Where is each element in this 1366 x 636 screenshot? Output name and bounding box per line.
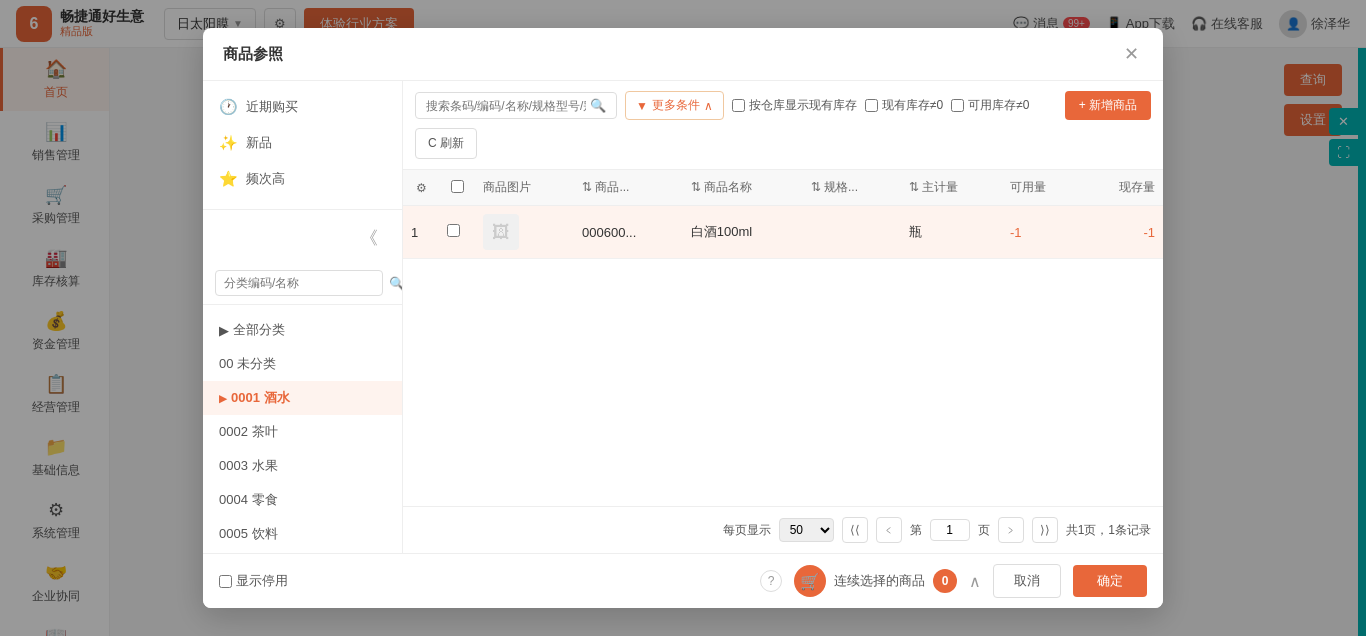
page-size-select[interactable]: 50 100 bbox=[779, 518, 834, 542]
classify-search-icon[interactable]: 🔍 bbox=[389, 276, 403, 291]
show-disabled-checkbox[interactable]: 显示停用 bbox=[219, 572, 288, 590]
classify-0003[interactable]: 0003 水果 bbox=[203, 449, 402, 483]
row-unit: 瓶 bbox=[901, 206, 1002, 259]
chevron-up-icon: ∧ bbox=[704, 99, 713, 113]
row-name: 白酒100ml bbox=[683, 206, 803, 259]
classify-0001[interactable]: ▶ 0001 酒水 bbox=[203, 381, 402, 415]
confirm-button[interactable]: 确定 bbox=[1073, 565, 1147, 597]
cancel-button[interactable]: 取消 bbox=[993, 564, 1061, 598]
checkbox-warehouse-stock[interactable]: 按仓库显示现有库存 bbox=[732, 97, 857, 114]
clock-icon: 🕐 bbox=[219, 98, 238, 116]
new-icon: ✨ bbox=[219, 134, 238, 152]
total-info: 共1页，1条记录 bbox=[1066, 522, 1151, 539]
prev-page-btn[interactable]: ﹤ bbox=[876, 517, 902, 543]
dialog-overlay: 商品参照 ✕ 🕐 近期购买 ✨ 新品 ⭐ 频次高 bbox=[0, 0, 1366, 636]
th-available: 可用量 bbox=[1002, 170, 1083, 206]
dialog-left-panel: 🕐 近期购买 ✨ 新品 ⭐ 频次高 《 bbox=[203, 81, 403, 553]
sort-icon: ⇅ bbox=[811, 180, 821, 194]
th-check[interactable] bbox=[439, 170, 475, 206]
dialog-header: 商品参照 ✕ bbox=[203, 28, 1163, 81]
classify-all[interactable]: ▶ 全部分类 bbox=[203, 313, 402, 347]
new-products-item[interactable]: ✨ 新品 bbox=[203, 125, 402, 161]
filter-icon: ▼ bbox=[636, 99, 648, 113]
collapse-up-icon[interactable]: ∧ bbox=[969, 572, 981, 591]
checkbox-nonzero-stock[interactable]: 现有库存≠0 bbox=[865, 97, 943, 114]
th-stock: 现存量 bbox=[1082, 170, 1163, 206]
product-image-placeholder: 🖼 bbox=[483, 214, 519, 250]
select-all-checkbox[interactable] bbox=[451, 180, 464, 193]
next-page-btn[interactable]: ﹥ bbox=[998, 517, 1024, 543]
row-code: 000600... bbox=[574, 206, 683, 259]
add-product-btn[interactable]: + 新增商品 bbox=[1065, 91, 1151, 120]
recent-purchase-item[interactable]: 🕐 近期购买 bbox=[203, 89, 402, 125]
sort-icon: ⇅ bbox=[691, 180, 701, 194]
divider bbox=[203, 209, 402, 210]
sort-icon: ⇅ bbox=[909, 180, 919, 194]
row-stock: -1 bbox=[1082, 206, 1163, 259]
th-spec[interactable]: ⇅ 规格... bbox=[803, 170, 901, 206]
dialog-footer: 显示停用 ? 🛒 连续选择的商品 0 ∧ 取消 确定 bbox=[203, 553, 1163, 608]
th-code[interactable]: ⇅ 商品... bbox=[574, 170, 683, 206]
th-gear[interactable]: ⚙ bbox=[403, 170, 439, 206]
page-suffix: 页 bbox=[978, 522, 990, 539]
refresh-btn[interactable]: C 刷新 bbox=[415, 128, 477, 159]
th-name[interactable]: ⇅ 商品名称 bbox=[683, 170, 803, 206]
dialog-body: 🕐 近期购买 ✨ 新品 ⭐ 频次高 《 bbox=[203, 81, 1163, 553]
cart-count-badge: 0 bbox=[933, 569, 957, 593]
star-icon: ⭐ bbox=[219, 170, 238, 188]
classify-00[interactable]: 00 未分类 bbox=[203, 347, 402, 381]
classify-search-input[interactable] bbox=[215, 270, 383, 296]
collapse-left-btn[interactable]: 《 bbox=[344, 218, 394, 258]
table-row[interactable]: 1 🖼 000600... bbox=[403, 206, 1163, 259]
product-reference-dialog: 商品参照 ✕ 🕐 近期购买 ✨ 新品 ⭐ 频次高 bbox=[203, 28, 1163, 608]
dialog-right-panel: 🔍 ▼ 更多条件 ∧ 按仓库显示现有库存 现有库存≠0 bbox=[403, 81, 1163, 553]
dialog-close-button[interactable]: ✕ bbox=[1119, 42, 1143, 66]
th-unit[interactable]: ⇅ 主计量 bbox=[901, 170, 1002, 206]
classify-0004[interactable]: 0004 零食 bbox=[203, 483, 402, 517]
frequent-item[interactable]: ⭐ 频次高 bbox=[203, 161, 402, 197]
pagination: 每页显示 50 100 ⟨⟨ ﹤ 第 页 ﹥ ⟩⟩ 共1页，1条记录 bbox=[403, 506, 1163, 553]
dialog-left-nav: 🕐 近期购买 ✨ 新品 ⭐ 频次高 bbox=[203, 81, 402, 205]
first-page-btn[interactable]: ⟨⟨ bbox=[842, 517, 868, 543]
row-available: -1 bbox=[1002, 206, 1083, 259]
th-image: 商品图片 bbox=[475, 170, 574, 206]
row-spec bbox=[803, 206, 901, 259]
dialog-toolbar: 🔍 ▼ 更多条件 ∧ 按仓库显示现有库存 现有库存≠0 bbox=[403, 81, 1163, 170]
product-search-input[interactable] bbox=[426, 99, 586, 113]
checkbox-available-nonzero[interactable]: 可用库存≠0 bbox=[951, 97, 1029, 114]
classify-search-bar: 🔍 bbox=[203, 262, 402, 305]
page-number-input[interactable] bbox=[930, 519, 970, 541]
row-image: 🖼 bbox=[475, 206, 574, 259]
more-filter-btn[interactable]: ▼ 更多条件 ∧ bbox=[625, 91, 724, 120]
classify-tree: ▶ 全部分类 00 未分类 ▶ 0001 酒水 0002 茶叶 0003 水果 bbox=[203, 305, 402, 553]
cart-badge-wrap: 🛒 连续选择的商品 0 bbox=[794, 565, 957, 597]
classify-0002[interactable]: 0002 茶叶 bbox=[203, 415, 402, 449]
dialog-title: 商品参照 bbox=[223, 45, 283, 64]
row-checkbox[interactable] bbox=[439, 206, 475, 259]
cart-icon[interactable]: 🛒 bbox=[794, 565, 826, 597]
page-size-label: 每页显示 bbox=[723, 522, 771, 539]
product-search-bar: 🔍 bbox=[415, 92, 617, 119]
help-icon[interactable]: ? bbox=[760, 570, 782, 592]
arrow-icon: ▶ bbox=[219, 393, 227, 404]
classify-0005[interactable]: 0005 饮料 bbox=[203, 517, 402, 551]
row-num: 1 bbox=[403, 206, 439, 259]
sort-icon: ⇅ bbox=[582, 180, 592, 194]
search-icon[interactable]: 🔍 bbox=[590, 98, 606, 113]
product-table-wrap: ⚙ 商品图片 ⇅ 商品... bbox=[403, 170, 1163, 506]
last-page-btn[interactable]: ⟩⟩ bbox=[1032, 517, 1058, 543]
page-label: 第 bbox=[910, 522, 922, 539]
table-header-row: ⚙ 商品图片 ⇅ 商品... bbox=[403, 170, 1163, 206]
product-table: ⚙ 商品图片 ⇅ 商品... bbox=[403, 170, 1163, 259]
